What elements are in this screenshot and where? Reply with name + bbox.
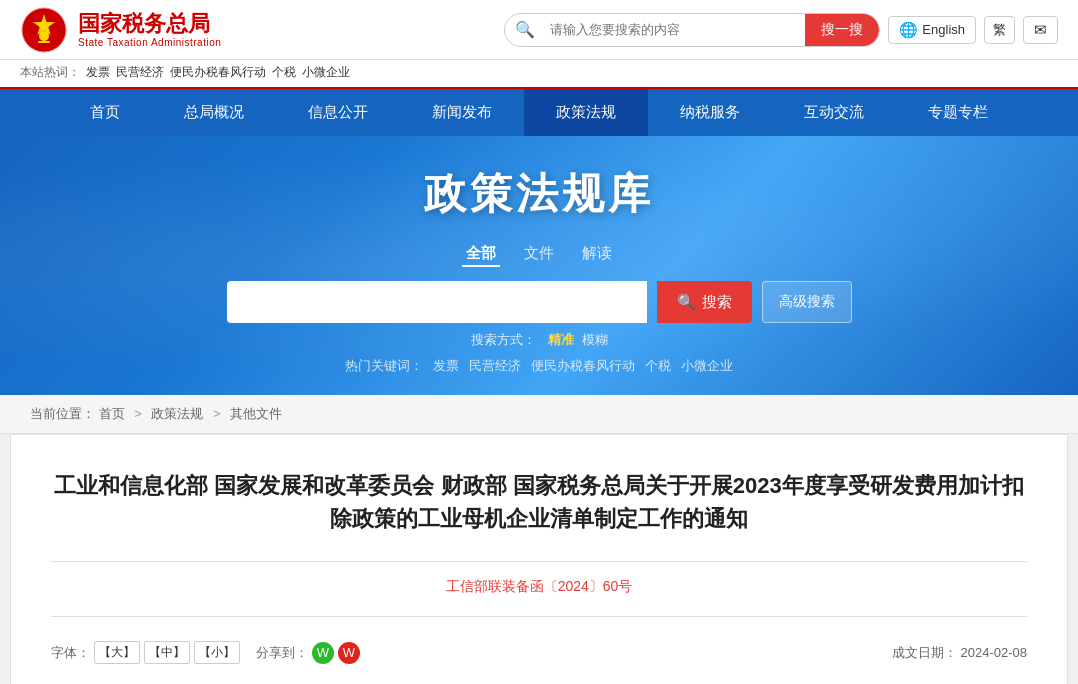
article-title: 工业和信息化部 国家发展和改革委员会 财政部 国家税务总局关于开展2023年度享… [51, 459, 1027, 545]
mode-fuzzy[interactable]: 模糊 [582, 331, 608, 349]
banner-advanced-search-button[interactable]: 高级搜索 [762, 281, 852, 323]
nav-news[interactable]: 新闻发布 [400, 89, 524, 136]
svg-point-3 [39, 31, 49, 41]
date-value: 2024-02-08 [961, 645, 1028, 660]
font-label: 字体： [51, 644, 90, 662]
banner-search-icon: 🔍 [677, 293, 696, 311]
breadcrumb: 当前位置： 首页 > 政策法规 > 其他文件 [0, 395, 1078, 434]
nav-overview[interactable]: 总局概况 [152, 89, 276, 136]
navbar: 首页 总局概况 信息公开 新闻发布 政策法规 纳税服务 互动交流 专题专栏 [0, 89, 1078, 136]
date-label: 成文日期： [892, 645, 957, 660]
nav-special[interactable]: 专题专栏 [896, 89, 1020, 136]
mail-button[interactable]: ✉ [1023, 16, 1058, 44]
breadcrumb-prefix: 当前位置： [30, 406, 95, 421]
hot-search-bar: 本站热词： 发票 民营经济 便民办税春风行动 个税 小微企业 [0, 60, 1078, 89]
share-weibo-button[interactable]: W [338, 642, 360, 664]
banner-tab-file[interactable]: 文件 [520, 242, 558, 267]
language-button[interactable]: 🌐 English [888, 16, 976, 44]
content-area: 工业和信息化部 国家发展和改革委员会 财政部 国家税务总局关于开展2023年度享… [10, 434, 1068, 684]
banner-title: 政策法规库 [20, 166, 1058, 222]
nav-interact[interactable]: 互动交流 [772, 89, 896, 136]
breadcrumb-home[interactable]: 首页 [99, 406, 125, 421]
hot-kw-bianmin[interactable]: 便民办税春风行动 [531, 357, 635, 375]
nav-policy[interactable]: 政策法规 [524, 89, 648, 136]
logo-cn: 国家税务总局 [78, 11, 221, 37]
hot-kw-geshui[interactable]: 个税 [645, 357, 671, 375]
hot-keywords-row: 热门关键词： 发票 民营经济 便民办税春风行动 个税 小微企业 [20, 357, 1058, 375]
article-doc-no[interactable]: 工信部联装备函〔2024〕60号 [51, 578, 1027, 596]
logo-text: 国家税务总局 State Taxation Administration [78, 11, 221, 48]
font-control: 字体： 【大】 【中】 【小】 分享到： W W [51, 641, 360, 664]
banner-tab-all[interactable]: 全部 [462, 242, 500, 267]
hot-kw-xiaowei[interactable]: 小微企业 [681, 357, 733, 375]
search-icon: 🔍 [505, 20, 545, 39]
mode-precise[interactable]: 精准 [548, 331, 574, 349]
globe-icon: 🌐 [899, 21, 918, 39]
font-mid-button[interactable]: 【中】 [144, 641, 190, 664]
article-meta: 字体： 【大】 【中】 【小】 分享到： W W 成文日期： 2024-02-0… [51, 633, 1027, 672]
header-search-bar: 🔍 搜一搜 [504, 13, 880, 47]
mode-label: 搜索方式： [471, 331, 536, 349]
banner: 政策法规库 全部 文件 解读 🔍 搜索 高级搜索 搜索方式： 精准 模糊 热门关… [0, 136, 1078, 395]
logo-area: 国家税务总局 State Taxation Administration [20, 6, 221, 54]
share-wechat-button[interactable]: W [312, 642, 334, 664]
hot-link-xiaoweiqiye[interactable]: 小微企业 [302, 64, 350, 81]
breadcrumb-current: 其他文件 [230, 406, 282, 421]
article-divider-bottom [51, 616, 1027, 617]
header-search-button[interactable]: 搜一搜 [805, 13, 879, 47]
hot-bar-label: 本站热词： [20, 64, 80, 81]
logo-en: State Taxation Administration [78, 37, 221, 48]
banner-tabs: 全部 文件 解读 [20, 242, 1058, 267]
hot-link-minyingjingji[interactable]: 民营经济 [116, 64, 164, 81]
banner-search-row: 🔍 搜索 高级搜索 [20, 281, 1058, 323]
header-right: 🔍 搜一搜 🌐 English 繁 ✉ [504, 13, 1058, 47]
hot-kw-minyingjingji[interactable]: 民营经济 [469, 357, 521, 375]
search-mode-row: 搜索方式： 精准 模糊 [20, 331, 1058, 349]
logo-emblem [20, 6, 68, 54]
banner-search-button[interactable]: 🔍 搜索 [657, 281, 752, 323]
banner-search-input[interactable] [227, 281, 647, 323]
share-label: 分享到： [256, 644, 308, 662]
header-search-input[interactable] [545, 22, 805, 37]
header: 国家税务总局 State Taxation Administration 🔍 搜… [0, 0, 1078, 60]
svg-rect-4 [38, 41, 50, 43]
hot-kw-fapiao[interactable]: 发票 [433, 357, 459, 375]
hot-keywords-label: 热门关键词： [345, 357, 423, 375]
article-divider-top [51, 561, 1027, 562]
breadcrumb-sep-1: > [134, 406, 145, 421]
hot-link-bianbanshuixin[interactable]: 便民办税春风行动 [170, 64, 266, 81]
language-label: English [922, 22, 965, 37]
hot-link-fapiao[interactable]: 发票 [86, 64, 110, 81]
article-date: 成文日期： 2024-02-08 [892, 644, 1027, 662]
nav-info[interactable]: 信息公开 [276, 89, 400, 136]
traditional-chinese-button[interactable]: 繁 [984, 16, 1015, 44]
font-small-button[interactable]: 【小】 [194, 641, 240, 664]
banner-tab-interpret[interactable]: 解读 [578, 242, 616, 267]
font-large-button[interactable]: 【大】 [94, 641, 140, 664]
breadcrumb-sep-2: > [213, 406, 224, 421]
hot-link-geshui[interactable]: 个税 [272, 64, 296, 81]
banner-search-label: 搜索 [702, 293, 732, 312]
breadcrumb-policy[interactable]: 政策法规 [151, 406, 203, 421]
nav-tax-service[interactable]: 纳税服务 [648, 89, 772, 136]
nav-home[interactable]: 首页 [58, 89, 152, 136]
